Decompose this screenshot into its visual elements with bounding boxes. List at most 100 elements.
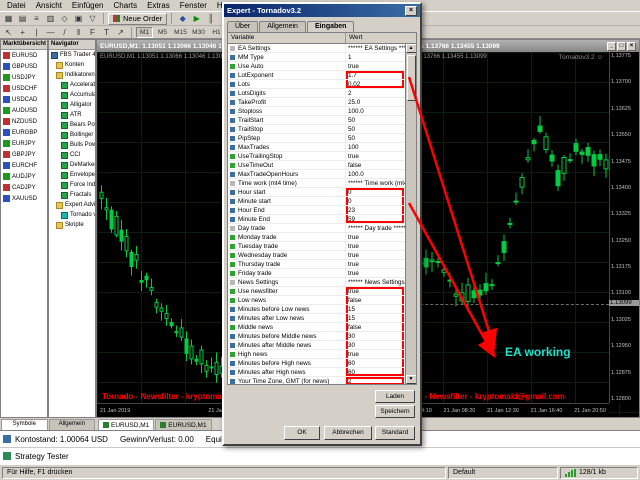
dialog-tab[interactable]: Über xyxy=(227,21,259,32)
toolbar-icon[interactable]: ◇ xyxy=(58,12,71,25)
period-button[interactable]: M15 xyxy=(172,26,189,38)
draw-tool-icon[interactable]: — xyxy=(44,26,57,38)
toolbar-icon[interactable]: ▣ xyxy=(72,12,85,25)
menu-item[interactable]: Charts xyxy=(109,1,143,10)
param-value[interactable]: true xyxy=(346,251,405,259)
param-row[interactable]: LotsDigits 2 xyxy=(228,89,405,98)
navigator-item[interactable]: Tornado v3.2 xyxy=(49,210,95,220)
navigator-item[interactable]: FBS Trader 4 xyxy=(49,50,95,60)
menu-item[interactable]: Fenster xyxy=(175,1,212,10)
dialog-tab[interactable]: Allgemein xyxy=(259,21,306,32)
param-value[interactable]: ****** Day trade ****** xyxy=(346,224,405,232)
param-value[interactable]: false xyxy=(346,323,405,331)
param-row[interactable]: Minutes after Middle news 30 xyxy=(228,341,405,350)
chart-tab[interactable]: EURUSD,M1 xyxy=(155,419,212,430)
param-value[interactable]: ****** EA Settings ****** xyxy=(346,44,405,52)
symbol-row[interactable]: GBPUSD xyxy=(1,61,47,72)
period-button[interactable]: M5 xyxy=(154,26,171,38)
toolbar-icon[interactable]: ▤ xyxy=(16,12,29,25)
param-value[interactable]: 50 xyxy=(346,134,405,142)
param-row[interactable]: Minutes after Low news 15 xyxy=(228,314,405,323)
param-row[interactable]: High news true xyxy=(228,350,405,359)
param-value[interactable]: true xyxy=(346,152,405,160)
param-row[interactable]: Thursday trade true xyxy=(228,260,405,269)
tab-symbole[interactable]: Symbole xyxy=(1,419,48,430)
symbol-row[interactable]: EURUSD xyxy=(1,50,47,61)
symbol-row[interactable]: USDCHF xyxy=(1,83,47,94)
param-row[interactable]: Hour start 0 xyxy=(228,188,405,197)
symbol-row[interactable]: EURGBP xyxy=(1,127,47,138)
draw-tool-icon[interactable]: | xyxy=(30,26,43,38)
scroll-up-icon[interactable]: ▲ xyxy=(405,44,416,53)
navigator-item[interactable]: CCI xyxy=(49,150,95,160)
param-value[interactable]: 15 xyxy=(346,314,405,322)
param-value[interactable]: true xyxy=(346,233,405,241)
minimize-icon[interactable]: _ xyxy=(607,41,616,51)
toolbar-icon[interactable]: ║ xyxy=(204,12,218,25)
param-value[interactable]: true xyxy=(346,269,405,277)
param-row[interactable]: TrailStop 50 xyxy=(228,125,405,134)
param-row[interactable]: Middle news false xyxy=(228,323,405,332)
param-row[interactable]: News Settings ****** News Settings *****… xyxy=(228,278,405,287)
tab-allgemein[interactable]: Allgemein xyxy=(48,419,95,430)
param-row[interactable]: Minutes before Middle news 30 xyxy=(228,332,405,341)
menu-item[interactable]: Datei xyxy=(2,1,31,10)
param-value[interactable]: 25.0 xyxy=(346,98,405,106)
param-value[interactable]: 1.7 xyxy=(346,71,405,79)
param-row[interactable]: Minutes before Low news 15 xyxy=(228,305,405,314)
param-row[interactable]: Monday trade true xyxy=(228,233,405,242)
navigator-item[interactable]: Bears Power xyxy=(49,120,95,130)
param-value[interactable]: 60 xyxy=(346,359,405,367)
navigator-item[interactable]: ATR xyxy=(49,110,95,120)
draw-tool-icon[interactable]: ‖ xyxy=(72,26,85,38)
param-value[interactable]: 0 xyxy=(346,197,405,205)
draw-tool-icon[interactable]: ↖ xyxy=(2,26,15,38)
param-value[interactable]: true xyxy=(346,350,405,358)
toolbar-icon[interactable]: ≡ xyxy=(30,12,43,25)
param-value[interactable]: 60 xyxy=(346,368,405,376)
column-wert[interactable]: Wert xyxy=(346,33,416,43)
param-row[interactable]: MaxTradeOpenHours 100.0 xyxy=(228,170,405,179)
symbol-row[interactable]: XAUUSD xyxy=(1,193,47,204)
param-row[interactable]: Use newsfilter true xyxy=(228,287,405,296)
param-row[interactable]: Low news false xyxy=(228,296,405,305)
save-button[interactable]: Speichern xyxy=(375,405,415,418)
symbol-row[interactable]: CADJPY xyxy=(1,182,47,193)
param-row[interactable]: Minutes before High news 60 xyxy=(228,359,405,368)
navigator-item[interactable]: Alligator xyxy=(49,100,95,110)
param-value[interactable]: true xyxy=(346,287,405,295)
menu-item[interactable]: Einfügen xyxy=(67,1,109,10)
param-row[interactable]: Your Time Zone, GMT (for news) 2 xyxy=(228,377,405,384)
param-value[interactable]: 0 xyxy=(346,188,405,196)
param-row[interactable]: Wednesday trade true xyxy=(228,251,405,260)
param-row[interactable]: Minute End 59 xyxy=(228,215,405,224)
navigator-item[interactable]: Skripte xyxy=(49,220,95,230)
draw-tool-icon[interactable]: T xyxy=(100,26,113,38)
param-value[interactable]: false xyxy=(346,161,405,169)
param-value[interactable]: true xyxy=(346,62,405,70)
param-row[interactable]: LotExponent 1.7 xyxy=(228,71,405,80)
param-value[interactable]: 50 xyxy=(346,125,405,133)
period-button[interactable]: M30 xyxy=(190,26,207,38)
param-value[interactable]: 1 xyxy=(346,53,405,61)
param-value[interactable]: 30 xyxy=(346,332,405,340)
param-row[interactable]: TrailStart 50 xyxy=(228,116,405,125)
param-value[interactable]: 30 xyxy=(346,341,405,349)
navigator-item[interactable]: Konten xyxy=(49,60,95,70)
draw-tool-icon[interactable]: + xyxy=(16,26,29,38)
navigator-item[interactable]: Force Index xyxy=(49,180,95,190)
param-value[interactable]: 2 xyxy=(346,377,405,384)
navigator-item[interactable]: Accelerator xyxy=(49,80,95,90)
menu-item[interactable]: Extras xyxy=(142,1,175,10)
toolbar-icon[interactable]: ▦ xyxy=(2,12,15,25)
param-row[interactable]: Time work (mt4 time) ****** Time work (m… xyxy=(228,179,405,188)
navigator-item[interactable]: DeMarker xyxy=(49,160,95,170)
param-row[interactable]: Lots 0.02 xyxy=(228,80,405,89)
ok-button[interactable]: OK xyxy=(284,426,320,440)
param-value[interactable]: 50 xyxy=(346,116,405,124)
toolbar-icon[interactable]: ▥ xyxy=(44,12,57,25)
close-icon[interactable]: × xyxy=(405,5,417,16)
param-value[interactable]: 100.0 xyxy=(346,170,405,178)
reset-button[interactable]: Standard xyxy=(375,426,415,440)
navigator-item[interactable]: Bollinger Bands xyxy=(49,130,95,140)
